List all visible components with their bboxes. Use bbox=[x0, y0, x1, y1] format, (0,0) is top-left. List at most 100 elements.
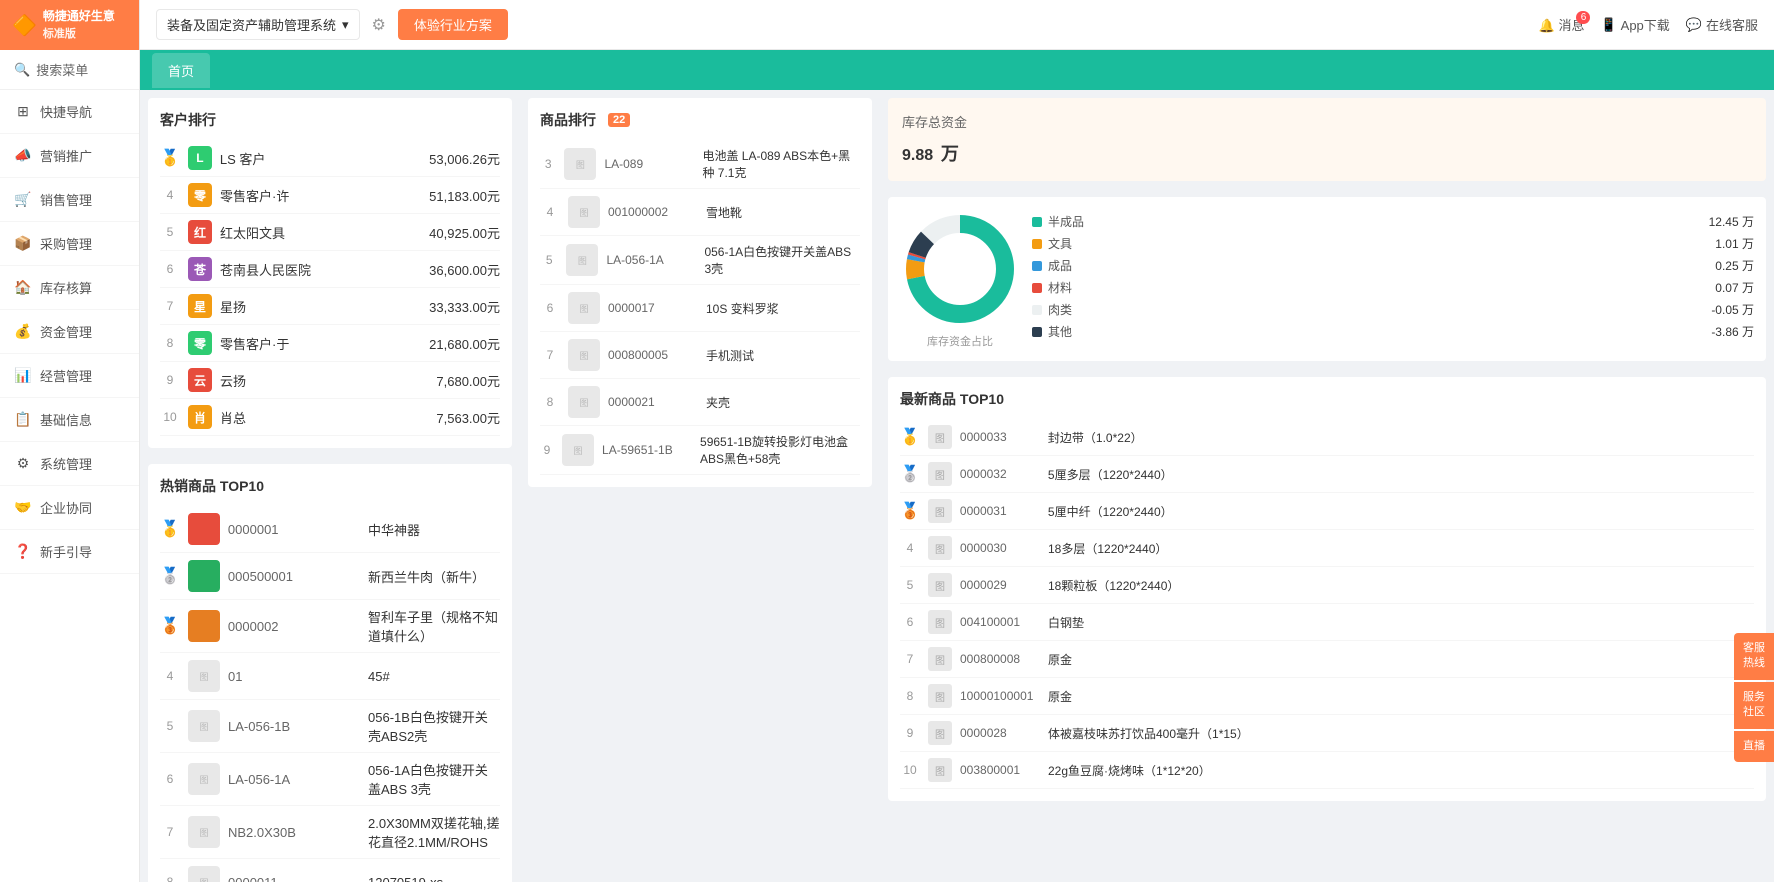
online-service-link[interactable]: 💬 在线客服 bbox=[1686, 15, 1758, 34]
sidebar-item-label: 新手引导 bbox=[40, 542, 92, 561]
product-image-placeholder: 图 bbox=[188, 866, 220, 882]
customer-name: 肖总 bbox=[220, 408, 428, 427]
customer-badge: 红 bbox=[188, 220, 212, 244]
product-code: 0000030 bbox=[960, 541, 1040, 555]
rank-number: 4 bbox=[160, 669, 180, 683]
sales-icon: 🛒 bbox=[14, 191, 32, 209]
hot-product-item: 8 图 0000011 12070519-xs bbox=[160, 859, 500, 882]
product-name: 中华神器 bbox=[368, 520, 500, 539]
mid-product-list: 3 图 LA-089 电池盖 LA-089 ABS本色+黑种 7.1克 4 图 … bbox=[540, 140, 860, 475]
system-select[interactable]: 装备及固定资产辅助管理系统 ▾ bbox=[156, 9, 360, 40]
logo-name: 畅捷通好生意 bbox=[43, 9, 115, 25]
sidebar-item-system[interactable]: ⚙ 系统管理 bbox=[0, 442, 139, 486]
sidebar-item-corp[interactable]: 🤝 企业协同 bbox=[0, 486, 139, 530]
product-code: 0000032 bbox=[960, 467, 1040, 481]
sidebar-item-finance[interactable]: 💰 资金管理 bbox=[0, 310, 139, 354]
float-btn-客服热线[interactable]: 客服热线 bbox=[1734, 633, 1774, 680]
system-icon: ⚙ bbox=[14, 455, 32, 473]
legend-item: 其他 -3.86 万 bbox=[1032, 323, 1754, 340]
rank-number: 4 bbox=[160, 188, 180, 202]
chart-label: 库存资金占比 bbox=[927, 333, 993, 349]
hot-product-item: 7 图 NB2.0X30B 2.0X30MM双搓花轴,搓花直径2.1MM/ROH… bbox=[160, 806, 500, 859]
hot-product-item: 6 图 LA-056-1A 056-1A白色按键开关盖ABS 3壳 bbox=[160, 753, 500, 806]
float-btn-直播[interactable]: 直播 bbox=[1734, 731, 1774, 762]
legend-value: 1.01 万 bbox=[1715, 235, 1754, 252]
sidebar: 🔶 畅捷通好生意 标准版 🔍 搜索菜单 ⊞ 快捷导航 📣 营销推广 🛒 销售管理… bbox=[0, 0, 140, 882]
product-name: 体被嘉枝味苏打饮品400毫升（1*15） bbox=[1048, 725, 1754, 742]
rank-number: 5 bbox=[160, 225, 180, 239]
customer-amount: 36,600.00元 bbox=[429, 260, 500, 279]
sidebar-item-label: 企业协同 bbox=[40, 498, 92, 517]
product-name: 电池盖 LA-089 ABS本色+黑种 7.1克 bbox=[702, 147, 860, 181]
right-panel: 库存总资金 9.88 万 bbox=[880, 90, 1774, 882]
legend-label: 成品 bbox=[1048, 257, 1709, 274]
product-image-placeholder: 图 bbox=[928, 647, 952, 671]
product-code: 0000011 bbox=[228, 875, 360, 882]
tab-home[interactable]: 首页 bbox=[152, 53, 210, 88]
hot-product-item: 🥇 0000001 中华神器 bbox=[160, 506, 500, 553]
rank-number: 9 bbox=[540, 443, 554, 457]
product-name: 新西兰牛肉（新牛） bbox=[368, 567, 500, 586]
product-code: 01 bbox=[228, 669, 360, 684]
gear-icon[interactable]: ⚙ bbox=[372, 15, 386, 35]
product-code: 0000033 bbox=[960, 430, 1040, 444]
mid-product-item: 7 图 000800005 手机测试 bbox=[540, 332, 860, 379]
mid-product-item: 3 图 LA-089 电池盖 LA-089 ABS本色+黑种 7.1克 bbox=[540, 140, 860, 189]
hot-product-item: 🥈 000500001 新西兰牛肉（新牛） bbox=[160, 553, 500, 600]
product-image-placeholder: 图 bbox=[188, 660, 220, 692]
product-code: LA-056-1A bbox=[606, 253, 696, 267]
rank-number: 3 bbox=[540, 157, 556, 171]
hot-product-item: 4 图 01 45# bbox=[160, 653, 500, 700]
rank-number: 9 bbox=[900, 726, 920, 740]
product-name: 59651-1B旋转投影灯电池盒ABS黑色+58壳 bbox=[700, 433, 860, 467]
product-image-placeholder: 图 bbox=[188, 816, 220, 848]
sidebar-item-label: 采购管理 bbox=[40, 234, 92, 253]
product-name: 白钢垫 bbox=[1048, 614, 1754, 631]
mid-product-item: 6 图 0000017 10S 变料罗浆 bbox=[540, 285, 860, 332]
product-image-placeholder: 图 bbox=[188, 710, 220, 742]
sidebar-item-sales[interactable]: 🛒 销售管理 bbox=[0, 178, 139, 222]
product-code: 003800001 bbox=[960, 763, 1040, 777]
product-code: 0000021 bbox=[608, 395, 698, 409]
customer-name: 零售客户·于 bbox=[220, 334, 421, 353]
product-image-placeholder: 图 bbox=[928, 425, 952, 449]
customer-amount: 7,563.00元 bbox=[436, 408, 500, 427]
customer-rank-item: 4 零 零售客户·许 51,183.00元 bbox=[160, 177, 500, 214]
notification-bell[interactable]: 🔔 消息 6 bbox=[1539, 15, 1585, 34]
legend-label: 肉类 bbox=[1048, 301, 1705, 318]
product-image-placeholder: 图 bbox=[568, 292, 600, 324]
customer-amount: 21,680.00元 bbox=[429, 334, 500, 353]
app-download-link[interactable]: 📱 App下载 bbox=[1600, 15, 1669, 34]
customer-name: 云扬 bbox=[220, 371, 428, 390]
customer-amount: 7,680.00元 bbox=[436, 371, 500, 390]
sidebar-item-label: 销售管理 bbox=[40, 190, 92, 209]
sidebar-item-marketing[interactable]: 📣 营销推广 bbox=[0, 134, 139, 178]
float-btn-服务社区[interactable]: 服务社区 bbox=[1734, 682, 1774, 729]
rank-number: 8 bbox=[900, 689, 920, 703]
rank-number: 8 bbox=[160, 875, 180, 882]
mid-product-item: 8 图 0000021 夹壳 bbox=[540, 379, 860, 426]
product-code: 0000029 bbox=[960, 578, 1040, 592]
sidebar-item-operations[interactable]: 📊 经营管理 bbox=[0, 354, 139, 398]
mid-product-item: 4 图 001000002 雪地靴 bbox=[540, 189, 860, 236]
product-name: 056-1A白色按键开关盖ABS 3壳 bbox=[368, 760, 500, 798]
rank-number: 8 bbox=[540, 395, 560, 409]
notification-badge: 6 bbox=[1576, 11, 1590, 24]
search-menu[interactable]: 🔍 搜索菜单 bbox=[0, 50, 139, 90]
trial-button[interactable]: 体验行业方案 bbox=[398, 9, 508, 40]
guide-icon: ❓ bbox=[14, 543, 32, 561]
customer-badge: 星 bbox=[188, 294, 212, 318]
sidebar-item-label: 经营管理 bbox=[40, 366, 92, 385]
inventory-title: 库存总资金 bbox=[902, 112, 1752, 131]
sidebar-item-quick-nav[interactable]: ⊞ 快捷导航 bbox=[0, 90, 139, 134]
gold-medal-icon: 🥇 bbox=[160, 519, 180, 539]
sidebar-item-basic[interactable]: 📋 基础信息 bbox=[0, 398, 139, 442]
sidebar-item-inventory[interactable]: 🏠 库存核算 bbox=[0, 266, 139, 310]
sidebar-item-label: 快捷导航 bbox=[40, 102, 92, 121]
product-image-placeholder: 图 bbox=[568, 386, 600, 418]
product-code: 0000031 bbox=[960, 504, 1040, 518]
sidebar-item-label: 基础信息 bbox=[40, 410, 92, 429]
sidebar-item-guide[interactable]: ❓ 新手引导 bbox=[0, 530, 139, 574]
rank-number: 6 bbox=[900, 615, 920, 629]
sidebar-item-purchase[interactable]: 📦 采购管理 bbox=[0, 222, 139, 266]
